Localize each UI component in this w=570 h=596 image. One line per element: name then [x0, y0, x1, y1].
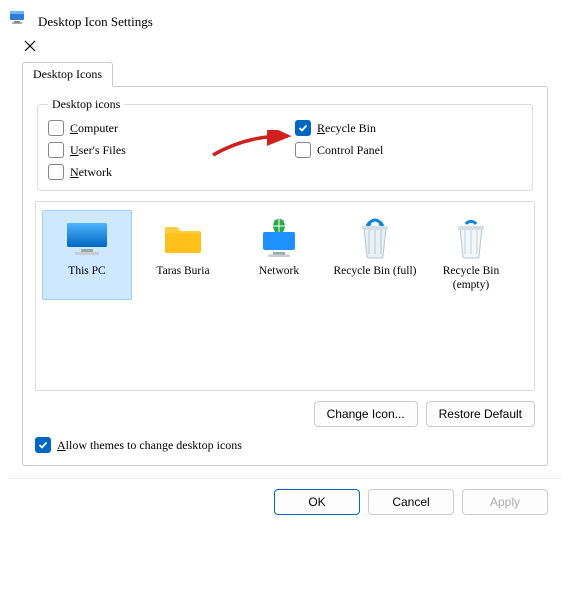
close-button[interactable]: [8, 31, 52, 61]
ok-button[interactable]: OK: [274, 489, 360, 515]
close-icon: [24, 40, 36, 52]
allow-themes-row[interactable]: Allow themes to change desktop icons: [35, 437, 535, 453]
cancel-button[interactable]: Cancel: [368, 489, 454, 515]
desktop-icons-group: Desktop icons Computer Recycle Bin User's …: [37, 97, 533, 191]
change-icon-button[interactable]: Change Icon...: [314, 401, 418, 427]
monitor-icon: [45, 217, 129, 261]
icon-item-label: Network: [237, 265, 321, 293]
desktop-icon-settings-window: Desktop Icon Settings Desktop Icons Desk…: [8, 8, 562, 529]
checkbox-box[interactable]: [48, 164, 64, 180]
apply-button[interactable]: Apply: [462, 489, 548, 515]
icon-item-recycle-bin-full-[interactable]: Recycle Bin (full): [330, 210, 420, 300]
checkbox-box[interactable]: [295, 142, 311, 158]
icon-item-label: This PC: [45, 265, 129, 293]
checkbox-box[interactable]: [48, 142, 64, 158]
icon-item-recycle-bin-empty-[interactable]: Recycle Bin (empty): [426, 210, 516, 300]
checkbox-label: Control Panel: [317, 143, 383, 158]
dialog-footer: OK Cancel Apply: [8, 478, 562, 529]
restore-default-button[interactable]: Restore Default: [426, 401, 535, 427]
icon-buttons-row: Change Icon... Restore Default: [35, 401, 535, 427]
checkbox-label: Network: [70, 165, 112, 180]
icon-item-this-pc[interactable]: This PC: [42, 210, 132, 300]
window-title: Desktop Icon Settings: [38, 14, 153, 29]
group-legend: Desktop icons: [48, 97, 124, 112]
content-area: Desktop Icons Desktop icons Computer Recy…: [8, 61, 562, 478]
icon-item-taras-buria[interactable]: Taras Buria: [138, 210, 228, 300]
titlebar: Desktop Icon Settings: [8, 8, 562, 61]
icon-item-label: Recycle Bin (empty): [429, 265, 513, 293]
checkbox-label: Computer: [70, 121, 118, 136]
allow-themes-checkbox[interactable]: [35, 437, 51, 453]
checkbox-network[interactable]: Network: [48, 164, 275, 180]
allow-themes-label: Allow themes to change desktop icons: [57, 438, 242, 453]
checkbox-label: User's Files: [70, 143, 126, 158]
bin-empty-icon: [429, 217, 513, 261]
icon-item-network[interactable]: Network: [234, 210, 324, 300]
checkbox-control-panel[interactable]: Control Panel: [295, 142, 522, 158]
bin-full-icon: [333, 217, 417, 261]
icon-item-label: Taras Buria: [141, 265, 225, 293]
icon-preview-panel: This PC Taras Buria Network Recycle Bin (fu…: [35, 201, 535, 391]
netmonitor-icon: [237, 217, 321, 261]
checkbox-recycle-bin[interactable]: Recycle Bin: [295, 120, 522, 136]
checkbox-box[interactable]: [295, 120, 311, 136]
folder-icon: [141, 217, 225, 261]
checkbox-computer[interactable]: Computer: [48, 120, 275, 136]
icon-item-label: Recycle Bin (full): [333, 265, 417, 293]
checkbox-label: Recycle Bin: [317, 121, 376, 136]
checkbox-user-s-files[interactable]: User's Files: [48, 142, 275, 158]
tab-panel: Desktop icons Computer Recycle Bin User's …: [22, 86, 548, 466]
tab-desktop-icons[interactable]: Desktop Icons: [22, 62, 113, 87]
checkbox-box[interactable]: [48, 120, 64, 136]
app-icon: [8, 13, 30, 30]
